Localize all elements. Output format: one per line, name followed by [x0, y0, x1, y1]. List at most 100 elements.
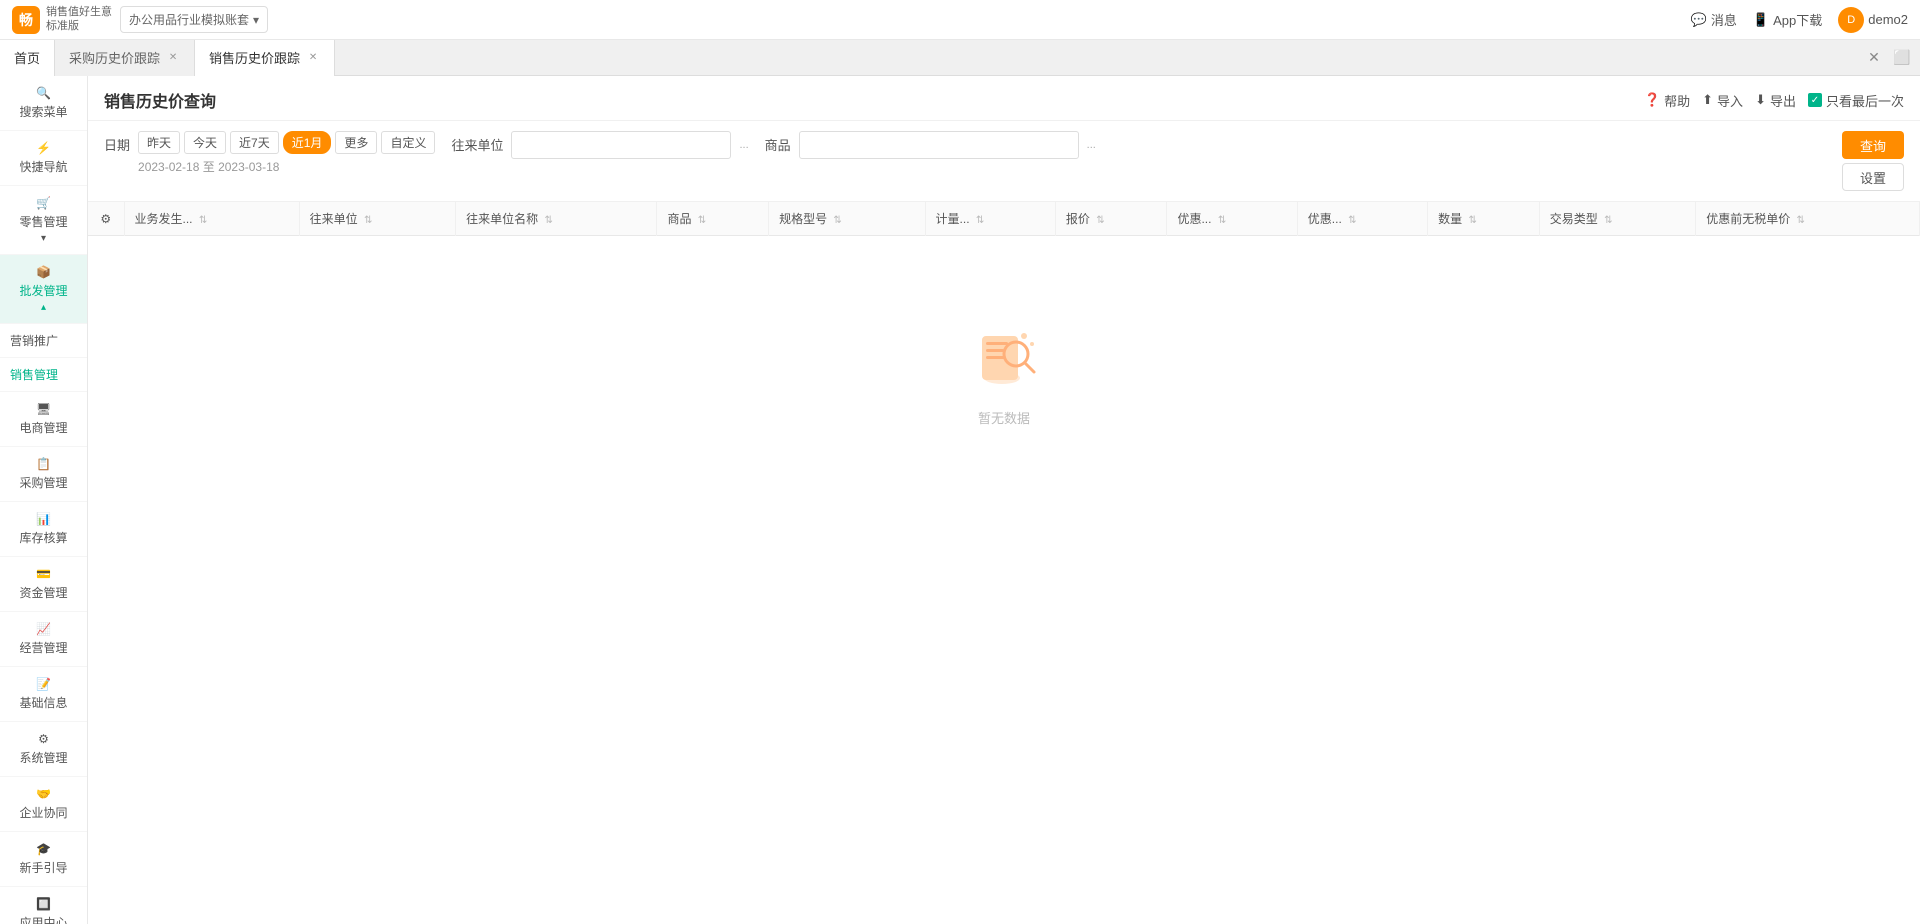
- page-title: 销售历史价查询: [104, 88, 216, 112]
- sidebar-item-enterprise-collab[interactable]: 🤝 企业协同: [0, 777, 87, 832]
- tab-close-purchase[interactable]: ✕: [166, 51, 180, 65]
- counterpart-input[interactable]: [511, 131, 731, 159]
- sidebar-item-onboarding[interactable]: 🎓 新手引导: [0, 832, 87, 887]
- app-download-action[interactable]: 📱 App下载: [1753, 10, 1822, 29]
- sidebar-item-wholesale-mgmt[interactable]: 📦 批发管理 ▴: [0, 255, 87, 324]
- sidebar-sub-item-marketing[interactable]: 营销推广: [0, 324, 87, 358]
- sort-icon-goods: ⇅: [698, 215, 706, 226]
- content-area: 销售历史价查询 ❓ 帮助 ⬆ 导入 ⬇ 导出 ✓: [88, 76, 1920, 924]
- empty-text: 暂无数据: [978, 408, 1030, 427]
- tab-purchase-history[interactable]: 采购历史价跟踪 ✕: [55, 40, 195, 76]
- main-layout: 🔍 搜索菜单 ⚡ 快捷导航 🛒 零售管理 ▾ 📦 批发管理 ▴ 营销推广 销售管…: [0, 76, 1920, 924]
- date-btn-today[interactable]: 今天: [184, 131, 226, 154]
- date-btn-7days[interactable]: 近7天: [230, 131, 279, 154]
- empty-icon: [964, 316, 1044, 396]
- checkbox-icon: ✓: [1808, 93, 1822, 107]
- message-action[interactable]: 💬 消息: [1691, 10, 1737, 29]
- sort-icon-counterpart-name: ⇅: [544, 215, 552, 226]
- th-qty[interactable]: 数量 ⇅: [1428, 202, 1540, 236]
- data-table: ⚙ 业务发生... ⇅ 往来单位 ⇅ 往来单位名称: [88, 202, 1920, 236]
- sidebar-item-ecommerce-mgmt[interactable]: 🖥 电商管理: [0, 392, 87, 447]
- wholesale-icon: 📦: [36, 265, 51, 279]
- tab-bar: 首页 采购历史价跟踪 ✕ 销售历史价跟踪 ✕ ✕ ⬜: [0, 40, 1920, 76]
- empty-state: 暂无数据: [88, 236, 1920, 507]
- counterpart-input-group: ...: [511, 131, 748, 159]
- home-tab-label: 首页: [14, 48, 40, 67]
- gear-icon: ⚙: [100, 212, 111, 226]
- chevron-down-icon: ▾: [41, 233, 46, 244]
- logo-text: 销售值好生意 标准版: [46, 6, 112, 32]
- sidebar-item-operations-mgmt[interactable]: 📈 经营管理: [0, 612, 87, 667]
- sidebar-item-system-mgmt[interactable]: ⚙ 系统管理: [0, 722, 87, 777]
- message-icon: 💬: [1691, 12, 1707, 28]
- sort-icon-pretax-price: ⇅: [1797, 215, 1805, 226]
- table-header-row: ⚙ 业务发生... ⇅ 往来单位 ⇅ 往来单位名称: [88, 202, 1920, 236]
- table-container: ⚙ 业务发生... ⇅ 往来单位 ⇅ 往来单位名称: [88, 202, 1920, 924]
- settings-button[interactable]: 设置: [1842, 163, 1904, 191]
- logo-icon: 畅: [12, 6, 40, 34]
- th-quote[interactable]: 报价 ⇅: [1055, 202, 1167, 236]
- th-discount2[interactable]: 优惠... ⇅: [1297, 202, 1427, 236]
- only-last-checkbox[interactable]: ✓ 只看最后一次: [1808, 91, 1904, 110]
- header-right: 💬 消息 📱 App下载 D demo2: [1691, 7, 1908, 33]
- sidebar-sub-item-sales-mgmt[interactable]: 销售管理: [0, 358, 87, 392]
- onboarding-icon: 🎓: [36, 842, 51, 856]
- finance-icon: 💳: [36, 567, 51, 581]
- header-left: 畅 销售值好生意 标准版 办公用品行业模拟账套 ▾: [12, 6, 268, 34]
- quick-nav-icon: ⚡: [36, 141, 51, 155]
- page-actions: ❓ 帮助 ⬆ 导入 ⬇ 导出 ✓ 只看最后一次: [1644, 91, 1904, 110]
- date-options: 昨天 今天 近7天 近1月 更多 自定义 2023-02-18 至 2023-0…: [138, 131, 435, 175]
- th-counterpart-name[interactable]: 往来单位名称 ⇅: [456, 202, 657, 236]
- maximize-btn[interactable]: ⬜: [1892, 48, 1912, 68]
- app-selector[interactable]: 办公用品行业模拟账套 ▾: [120, 6, 268, 33]
- sort-icon-spec: ⇅: [833, 215, 841, 226]
- sort-icon-tx-type: ⇅: [1604, 215, 1612, 226]
- user-action[interactable]: D demo2: [1838, 7, 1908, 33]
- page-header: 销售历史价查询 ❓ 帮助 ⬆ 导入 ⬇ 导出 ✓: [88, 76, 1920, 121]
- app-center-icon: 🔲: [36, 897, 51, 911]
- sort-icon-biz-date: ⇅: [199, 215, 207, 226]
- close-tab-btn[interactable]: ✕: [1864, 48, 1884, 68]
- sort-icon-discount1: ⇅: [1218, 215, 1226, 226]
- basic-info-icon: 📝: [36, 677, 51, 691]
- th-pretax-price[interactable]: 优惠前无税单价 ⇅: [1696, 202, 1920, 236]
- th-unit[interactable]: 计量... ⇅: [925, 202, 1055, 236]
- import-btn[interactable]: ⬆ 导入: [1702, 91, 1743, 110]
- tab-home[interactable]: 首页: [0, 40, 55, 76]
- date-btn-more[interactable]: 更多: [335, 131, 377, 154]
- operations-icon: 📈: [36, 622, 51, 636]
- sidebar-item-quick-nav[interactable]: ⚡ 快捷导航: [0, 131, 87, 186]
- download-icon: 📱: [1753, 12, 1769, 28]
- counterpart-label: 往来单位: [451, 131, 503, 154]
- th-gear[interactable]: ⚙: [88, 202, 124, 236]
- goods-filter-group: 商品 ...: [765, 131, 1096, 159]
- sidebar-item-app-center[interactable]: 🔲 应用中心: [0, 887, 87, 924]
- tab-sales-history[interactable]: 销售历史价跟踪 ✕: [195, 40, 335, 76]
- sidebar-item-retail-mgmt[interactable]: 🛒 零售管理 ▾: [0, 186, 87, 255]
- sidebar-item-finance-mgmt[interactable]: 💳 资金管理: [0, 557, 87, 612]
- query-button[interactable]: 查询: [1842, 131, 1904, 159]
- tab-close-sales[interactable]: ✕: [306, 51, 320, 65]
- th-counterpart-code[interactable]: 往来单位 ⇅: [299, 202, 455, 236]
- retail-icon: 🛒: [36, 196, 51, 210]
- goods-input[interactable]: [799, 131, 1079, 159]
- sidebar-item-purchase-mgmt[interactable]: 📋 采购管理: [0, 447, 87, 502]
- date-btn-yesterday[interactable]: 昨天: [138, 131, 180, 154]
- date-label: 日期: [104, 131, 130, 154]
- th-goods[interactable]: 商品 ⇅: [657, 202, 769, 236]
- th-biz-date[interactable]: 业务发生... ⇅: [124, 202, 299, 236]
- date-btn-1month[interactable]: 近1月: [283, 131, 332, 154]
- page-container: 销售历史价查询 ❓ 帮助 ⬆ 导入 ⬇ 导出 ✓: [88, 76, 1920, 924]
- th-spec[interactable]: 规格型号 ⇅: [769, 202, 925, 236]
- th-tx-type[interactable]: 交易类型 ⇅: [1539, 202, 1695, 236]
- sidebar-item-basic-info[interactable]: 📝 基础信息: [0, 667, 87, 722]
- search-icon: 🔍: [36, 86, 51, 100]
- date-btn-custom[interactable]: 自定义: [381, 131, 435, 154]
- export-btn[interactable]: ⬇ 导出: [1755, 91, 1796, 110]
- sidebar-item-inventory[interactable]: 📊 库存核算: [0, 502, 87, 557]
- th-discount1[interactable]: 优惠... ⇅: [1167, 202, 1297, 236]
- sidebar-item-search-menu[interactable]: 🔍 搜索菜单: [0, 76, 87, 131]
- counterpart-filter-group: 往来单位 ...: [451, 131, 748, 159]
- goods-input-group: ...: [799, 131, 1096, 159]
- help-btn[interactable]: ❓ 帮助: [1644, 91, 1690, 110]
